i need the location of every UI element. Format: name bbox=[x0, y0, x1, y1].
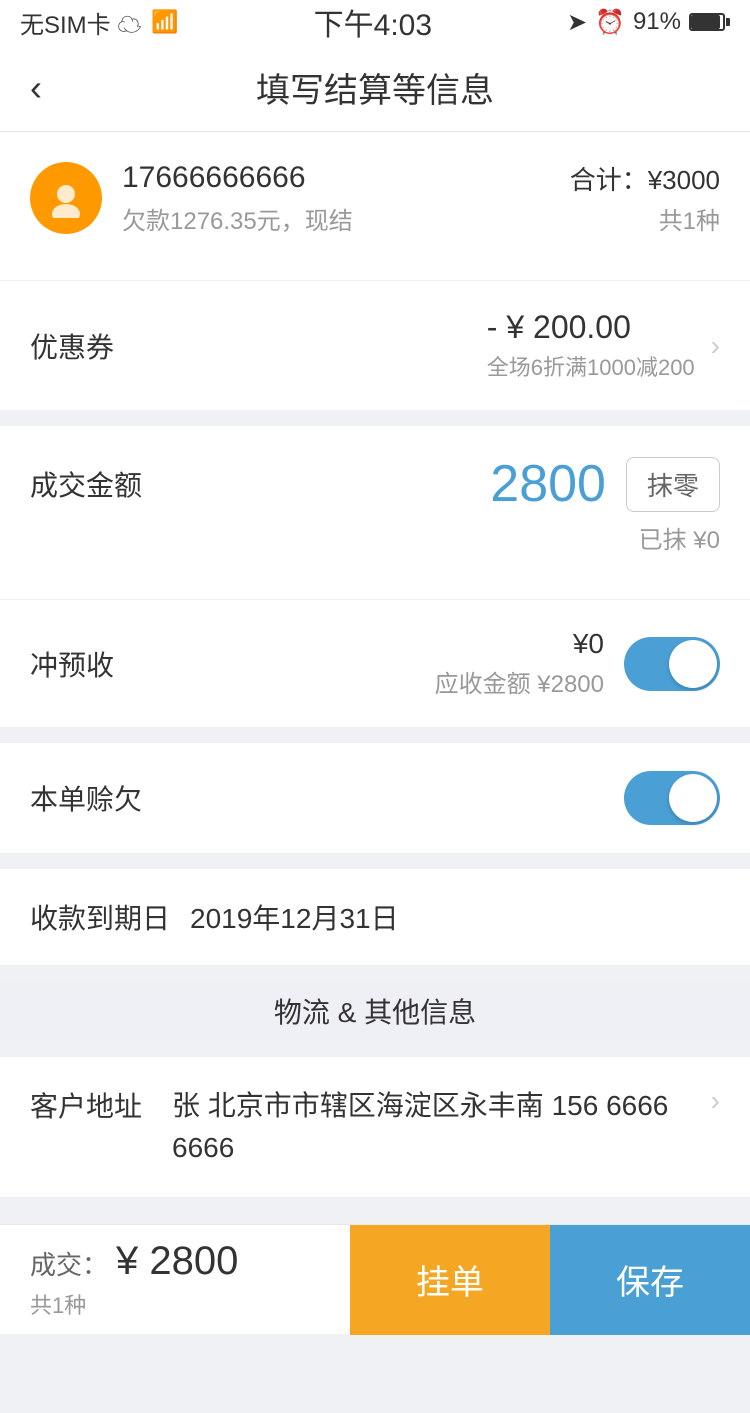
prereceive-amount-group: ¥0 应收金额 ¥2800 bbox=[435, 628, 604, 699]
deal-amount-group: 2800 抹零 bbox=[490, 454, 720, 514]
alarm-icon: ⏰ bbox=[595, 8, 625, 37]
toggle-knob bbox=[669, 640, 717, 688]
duedate-section: 收款到期日 2019年12月31日 bbox=[0, 869, 750, 965]
address-value: 张 北京市市辖区海淀区永丰南 156 6666 6666 bbox=[172, 1085, 703, 1169]
customer-card: 17666666666 欠款1276.35元，现结 合计：¥3000 共1种 优… bbox=[0, 132, 750, 410]
coupon-info: - ¥ 200.00 全场6折满1000减200 bbox=[487, 309, 695, 382]
hang-order-button[interactable]: 挂单 bbox=[350, 1225, 550, 1335]
debt-section: 本单赊欠 bbox=[0, 743, 750, 853]
round-button[interactable]: 抹零 bbox=[626, 457, 720, 512]
coupon-row[interactable]: 优惠券 - ¥ 200.00 全场6折满1000减200 › bbox=[0, 280, 750, 410]
status-left: 无SIM卡 ☁ 📶 bbox=[20, 5, 179, 40]
deal-label: 成交金额 bbox=[30, 464, 142, 504]
customer-row: 17666666666 欠款1276.35元，现结 合计：¥3000 共1种 bbox=[0, 132, 750, 264]
location-icon: ➤ bbox=[567, 8, 587, 37]
deal-amount: 2800 bbox=[490, 454, 606, 514]
customer-info: 17666666666 欠款1276.35元，现结 bbox=[122, 161, 353, 236]
prereceive-amount: ¥0 bbox=[435, 628, 604, 660]
coupon-right: - ¥ 200.00 全场6折满1000减200 › bbox=[487, 309, 720, 382]
status-bar: 无SIM卡 ☁ 📶 下午4:03 ➤ ⏰ 91% bbox=[0, 0, 750, 44]
coupon-label: 优惠券 bbox=[30, 326, 114, 366]
address-chevron-icon: › bbox=[711, 1085, 720, 1117]
prereceive-right: ¥0 应收金额 ¥2800 bbox=[435, 628, 720, 699]
wifi-icon: 📶 bbox=[151, 9, 178, 35]
deal-row: 成交金额 2800 抹零 bbox=[30, 454, 720, 514]
customer-left: 17666666666 欠款1276.35元，现结 bbox=[30, 161, 353, 236]
status-time: 下午4:03 bbox=[314, 0, 432, 44]
coupon-discount: - ¥ 200.00 bbox=[487, 309, 695, 346]
page-title: 填写结算等信息 bbox=[256, 63, 494, 112]
duedate-label: 收款到期日 bbox=[30, 897, 170, 937]
debt-label: 本单赊欠 bbox=[30, 778, 142, 818]
footer-deal-row: 成交： ¥ 2800 bbox=[30, 1239, 320, 1284]
sim-label: 无SIM卡 ☁ bbox=[20, 5, 141, 40]
battery-percent: 91% bbox=[633, 8, 681, 36]
back-button[interactable]: ‹ bbox=[30, 67, 42, 109]
footer-amount: ¥ 2800 bbox=[116, 1239, 238, 1284]
prereceive-sub: 应收金额 ¥2800 bbox=[435, 664, 604, 699]
avatar bbox=[30, 162, 102, 234]
divider-section: 物流 & 其他信息 bbox=[0, 981, 750, 1041]
deal-card: 成交金额 2800 抹零 已抹 ¥0 冲预收 ¥0 应收金额 ¥2800 bbox=[0, 426, 750, 727]
address-label: 客户地址 bbox=[30, 1085, 142, 1125]
customer-subtitle: 欠款1276.35元，现结 bbox=[122, 201, 353, 236]
divider-text: 物流 & 其他信息 bbox=[274, 991, 476, 1031]
footer-count: 共1种 bbox=[30, 1288, 320, 1320]
prereceive-row: 冲预收 ¥0 应收金额 ¥2800 bbox=[0, 599, 750, 727]
deal-section: 成交金额 2800 抹零 已抹 ¥0 bbox=[0, 426, 750, 583]
footer-deal-label: 成交： bbox=[30, 1245, 108, 1282]
customer-total: 合计：¥3000 共1种 bbox=[570, 160, 720, 236]
prereceive-toggle[interactable] bbox=[624, 637, 720, 691]
prereceive-label: 冲预收 bbox=[30, 644, 114, 684]
duedate-value: 2019年12月31日 bbox=[190, 897, 399, 937]
total-count: 共1种 bbox=[570, 201, 720, 236]
footer-info: 成交： ¥ 2800 共1种 bbox=[0, 1239, 350, 1320]
nav-bar: ‹ 填写结算等信息 bbox=[0, 44, 750, 132]
save-button[interactable]: 保存 bbox=[550, 1225, 750, 1335]
chevron-right-icon: › bbox=[711, 330, 720, 362]
customer-phone: 17666666666 bbox=[122, 161, 353, 195]
footer: 成交： ¥ 2800 共1种 挂单 保存 bbox=[0, 1224, 750, 1334]
total-amount: 合计：¥3000 bbox=[570, 160, 720, 197]
address-section[interactable]: 客户地址 张 北京市市辖区海淀区永丰南 156 6666 6666 › bbox=[0, 1057, 750, 1197]
coupon-detail: 全场6折满1000减200 bbox=[487, 350, 695, 382]
status-right: ➤ ⏰ 91% bbox=[567, 8, 730, 37]
debt-toggle[interactable] bbox=[624, 771, 720, 825]
deal-sub: 已抹 ¥0 bbox=[30, 520, 720, 555]
debt-toggle-knob bbox=[669, 774, 717, 822]
battery-icon bbox=[689, 13, 730, 31]
